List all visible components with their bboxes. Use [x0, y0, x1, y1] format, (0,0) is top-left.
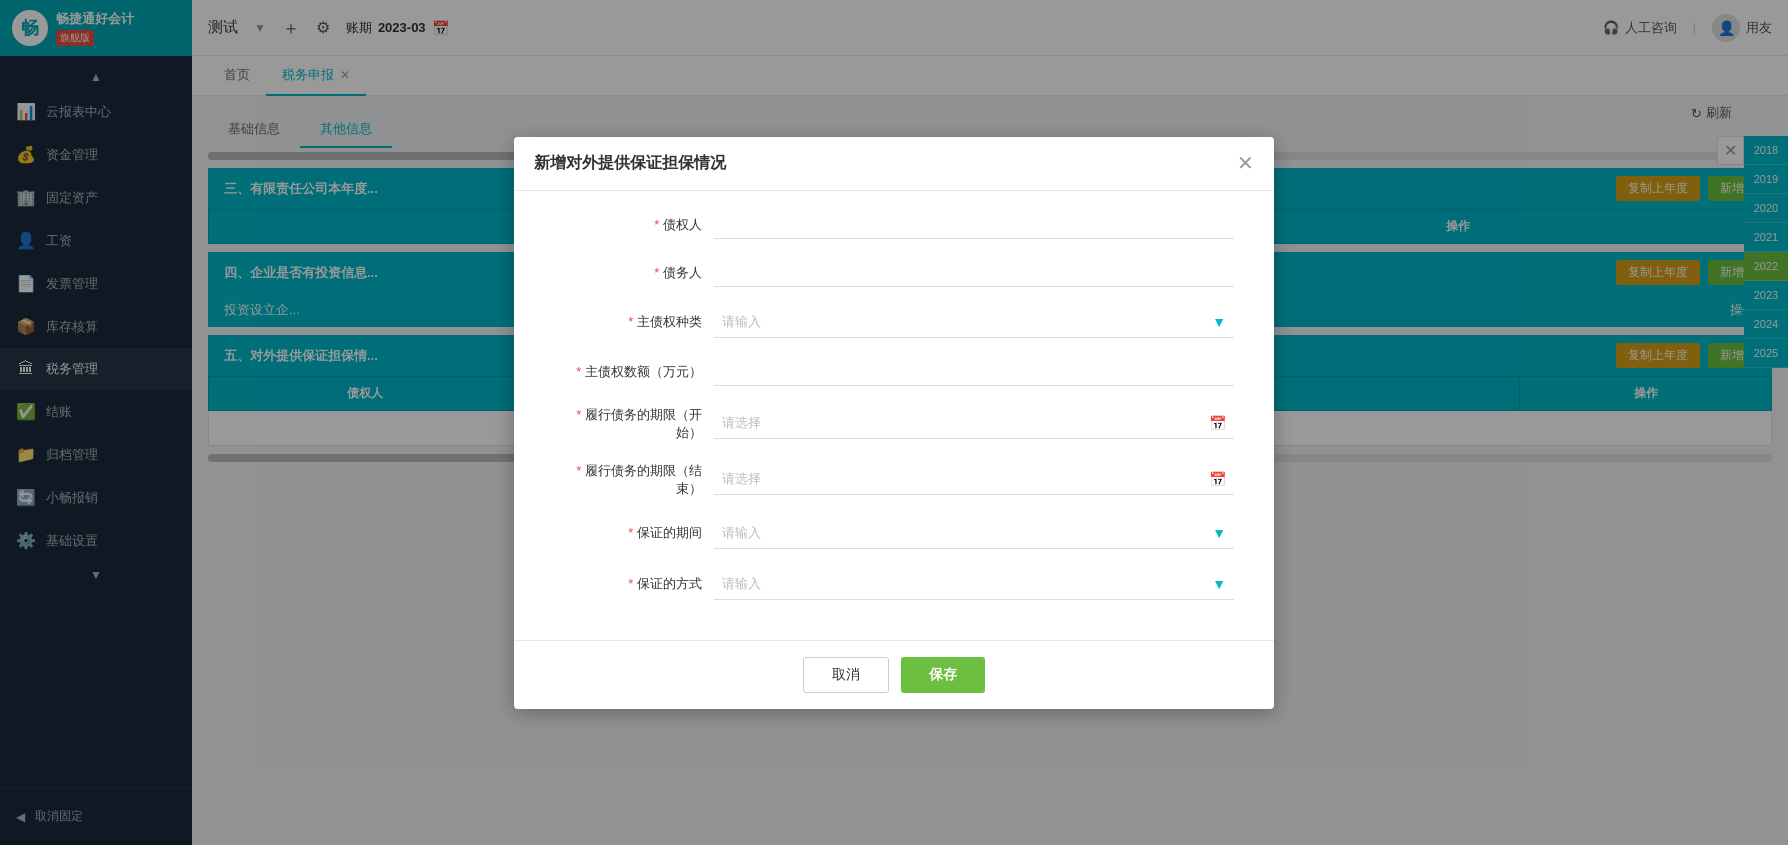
- guarantee-method-select[interactable]: 请输入 ▼: [714, 569, 1234, 600]
- debtor-label: * 债务人: [554, 264, 714, 282]
- modal-close-btn[interactable]: ✕: [1237, 153, 1254, 173]
- period-end-calendar-icon: 📅: [1209, 471, 1226, 487]
- period-start-label: * 履行债务的期限（开始）: [554, 406, 714, 442]
- claim-amount-input[interactable]: [714, 358, 1234, 386]
- guarantee-period-label: * 保证的期间: [554, 524, 714, 542]
- period-start-picker[interactable]: 请选择 📅: [714, 408, 1234, 439]
- modal-footer: 取消 保存: [514, 640, 1274, 709]
- period-end-label: * 履行债务的期限（结束）: [554, 462, 714, 498]
- guarantee-period-chevron-icon: ▼: [1212, 525, 1226, 541]
- modal-overlay: 新增对外提供保证担保情况 ✕ * 债权人 * 债务人: [0, 0, 1788, 845]
- form-row-guarantee-method: * 保证的方式 请输入 ▼: [554, 569, 1234, 600]
- modal-body: * 债权人 * 债务人 * 主债权种类 请输入: [514, 191, 1274, 640]
- form-row-period-end: * 履行债务的期限（结束） 请选择 📅: [554, 462, 1234, 498]
- period-end-picker[interactable]: 请选择 📅: [714, 464, 1234, 495]
- save-button[interactable]: 保存: [901, 657, 985, 693]
- guarantee-method-chevron-icon: ▼: [1212, 576, 1226, 592]
- period-start-calendar-icon: 📅: [1209, 415, 1226, 431]
- claim-type-chevron-icon: ▼: [1212, 314, 1226, 330]
- creditor-input[interactable]: [714, 211, 1234, 239]
- claim-type-select[interactable]: 请输入 ▼: [714, 307, 1234, 338]
- modal-header: 新增对外提供保证担保情况 ✕: [514, 137, 1274, 191]
- debtor-input[interactable]: [714, 259, 1234, 287]
- guarantee-method-label: * 保证的方式: [554, 575, 714, 593]
- claim-amount-label: * 主债权数额（万元）: [554, 363, 714, 381]
- form-row-claim-amount: * 主债权数额（万元）: [554, 358, 1234, 386]
- form-row-debtor: * 债务人: [554, 259, 1234, 287]
- form-row-creditor: * 债权人: [554, 211, 1234, 239]
- modal-dialog: 新增对外提供保证担保情况 ✕ * 债权人 * 债务人: [514, 137, 1274, 709]
- form-row-claim-type: * 主债权种类 请输入 ▼: [554, 307, 1234, 338]
- claim-type-label: * 主债权种类: [554, 313, 714, 331]
- creditor-label: * 债权人: [554, 216, 714, 234]
- form-row-guarantee-period: * 保证的期间 请输入 ▼: [554, 518, 1234, 549]
- cancel-button[interactable]: 取消: [803, 657, 889, 693]
- guarantee-period-select[interactable]: 请输入 ▼: [714, 518, 1234, 549]
- form-row-period-start: * 履行债务的期限（开始） 请选择 📅: [554, 406, 1234, 442]
- modal-title: 新增对外提供保证担保情况: [534, 153, 726, 174]
